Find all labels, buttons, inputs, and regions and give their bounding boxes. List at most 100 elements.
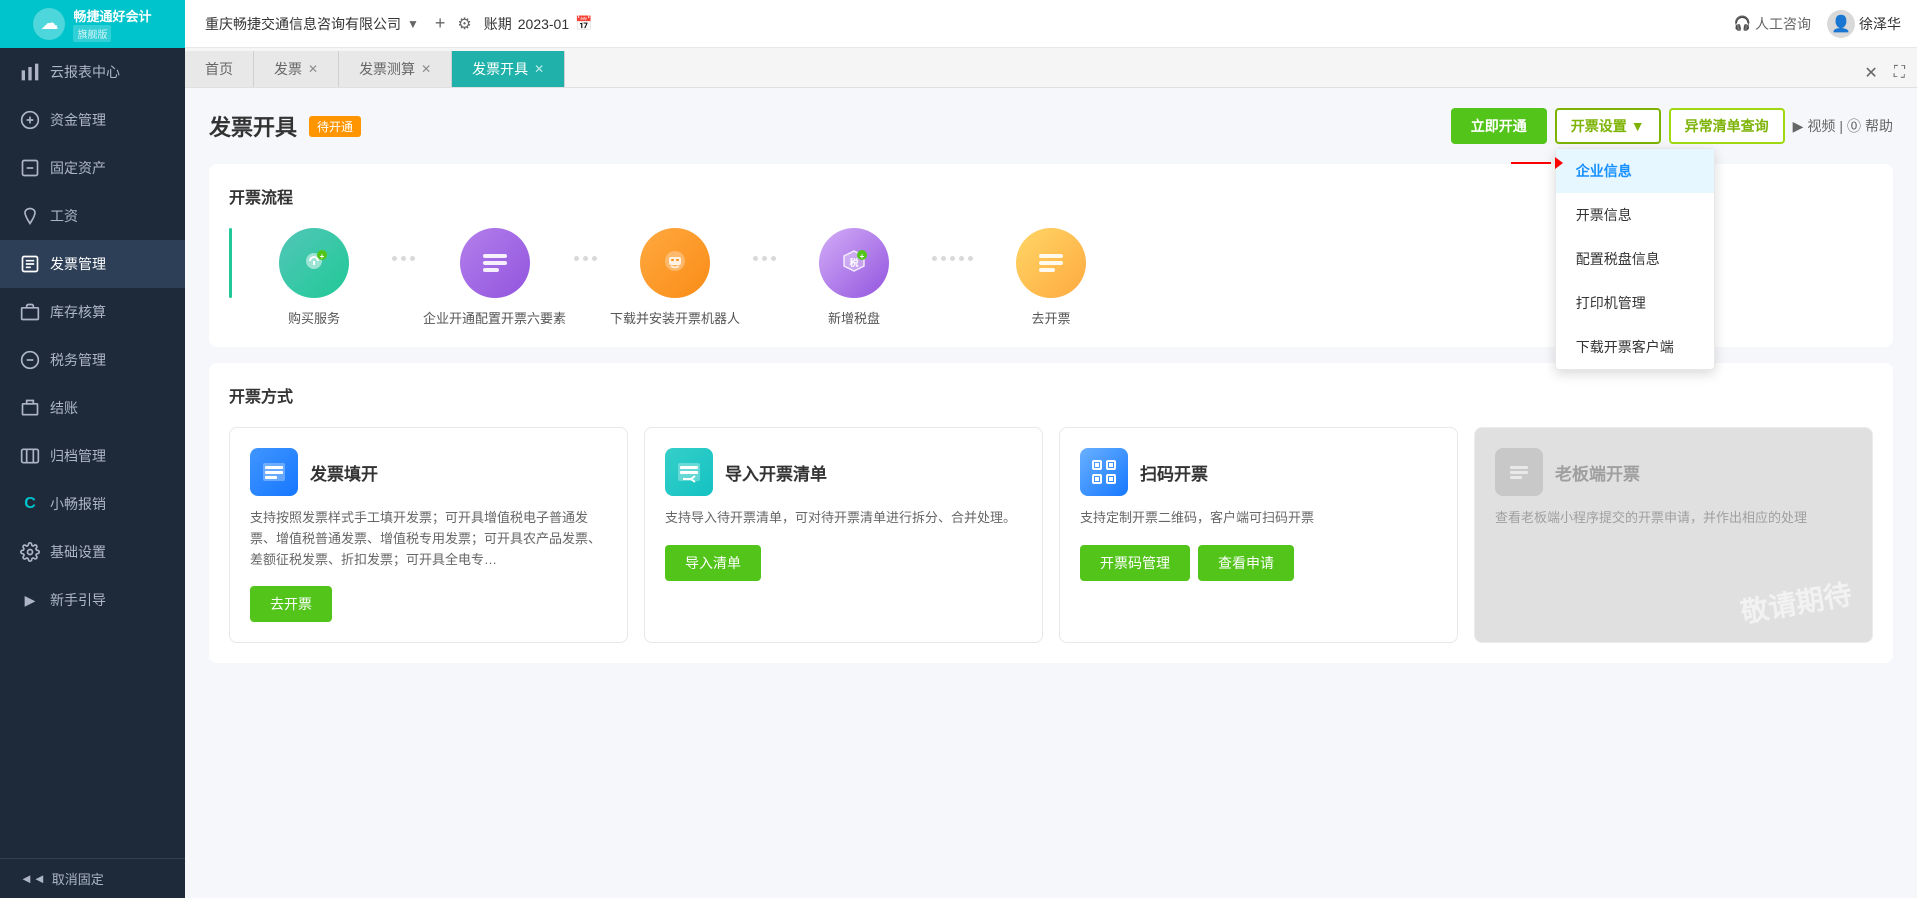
tab-invoice-calc[interactable]: 发票测算 ✕ xyxy=(339,51,452,87)
tab-home[interactable]: 首页 xyxy=(185,51,254,87)
buy-service-label: 购买服务 xyxy=(288,308,340,327)
import-invoice-title: 导入开票清单 xyxy=(725,460,827,485)
fill-invoice-desc: 支持按照发票样式手工填开发票；可开具增值税电子普通发票、增值税普通发票、增值税专… xyxy=(250,508,607,570)
dropdown-item-company-info[interactable]: 企业信息 xyxy=(1556,149,1714,193)
tab-invoice-issue-label: 发票开具 xyxy=(472,59,528,79)
config-icon xyxy=(460,228,530,298)
logo-icon: ☁ xyxy=(33,8,65,40)
sidebar-label-guide: 新手引导 xyxy=(50,590,106,610)
dropdown-item-tax-disk[interactable]: 配置税盘信息 xyxy=(1556,237,1714,281)
app-badge: 旗舰版 xyxy=(73,25,111,42)
sidebar-item-settlement[interactable]: 结账 xyxy=(0,384,185,432)
tab-invoice-issue[interactable]: 发票开具 ✕ xyxy=(452,51,565,87)
inventory-icon xyxy=(20,302,40,322)
customer-service-button[interactable]: 🎧 人工咨询 xyxy=(1734,14,1811,34)
chart-icon xyxy=(20,62,40,82)
sidebar-item-archive[interactable]: 归档管理 xyxy=(0,432,185,480)
scan-invoice-view-button[interactable]: 查看申请 xyxy=(1198,545,1294,581)
user-profile[interactable]: 👤 徐泽华 xyxy=(1827,10,1901,38)
sidebar-item-inventory[interactable]: 库存核算 xyxy=(0,288,185,336)
activate-button[interactable]: 立即开通 xyxy=(1451,108,1547,144)
settings-icon[interactable]: ⚙ xyxy=(457,14,471,34)
download-label: 下载并安装开票机器人 xyxy=(610,308,740,327)
dropdown-item-printer[interactable]: 打印机管理 xyxy=(1556,281,1714,325)
add-tax-label: 新增税盘 xyxy=(828,308,880,327)
unpin-label: 取消固定 xyxy=(52,869,104,888)
config-label: 企业开通配置开票六要素 xyxy=(423,308,566,327)
scan-invoice-title: 扫码开票 xyxy=(1140,460,1208,485)
method-card-fill: 发票填开 支持按照发票样式手工填开发票；可开具增值税电子普通发票、增值税普通发票… xyxy=(229,427,628,643)
flow-step-go-invoice: 去开票 xyxy=(981,228,1121,327)
methods-grid: 发票填开 支持按照发票样式手工填开发票；可开具增值税电子普通发票、增值税普通发票… xyxy=(229,427,1873,643)
headset-icon: 🎧 xyxy=(1734,15,1751,32)
import-invoice-button[interactable]: 导入清单 xyxy=(665,545,761,581)
company-selector[interactable]: 重庆畅捷交通信息咨询有限公司 ▼ xyxy=(205,14,419,34)
calendar-icon: 📅 xyxy=(575,15,592,32)
tax-icon xyxy=(20,350,40,370)
buy-service-icon: + xyxy=(279,228,349,298)
settings-button[interactable]: 开票设置 ▼ xyxy=(1555,108,1661,144)
dropdown-item-download-client[interactable]: 下载开票客户端 xyxy=(1556,325,1714,369)
flow-step-download: 下载并安装开票机器人 xyxy=(605,228,745,327)
play-icon: ▶ xyxy=(1793,118,1804,135)
username: 徐泽华 xyxy=(1859,14,1901,34)
flow-dots-3 xyxy=(753,256,776,261)
flow-step-buy-service: + 购买服务 xyxy=(244,228,384,327)
add-tax-icon: 税 + xyxy=(819,228,889,298)
pending-overlay: 敬请期待 xyxy=(1737,573,1854,632)
flow-dots-4 xyxy=(932,256,973,261)
app-name: 畅捷通好会计 xyxy=(73,6,151,25)
tab-invoice-calc-close[interactable]: ✕ xyxy=(421,62,431,76)
sidebar-label-tax: 税务管理 xyxy=(50,350,106,370)
svg-text:+: + xyxy=(860,252,865,261)
sidebar-item-reports[interactable]: 云报表中心 xyxy=(0,48,185,96)
tabs-bar: 首页 发票 ✕ 发票测算 ✕ 发票开具 ✕ ✕ ⛶ xyxy=(185,48,1917,88)
service-label: 人工咨询 xyxy=(1755,14,1811,34)
fill-invoice-button[interactable]: 去开票 xyxy=(250,586,332,622)
fill-invoice-title: 发票填开 xyxy=(310,460,378,485)
sidebar-item-tax[interactable]: 税务管理 xyxy=(0,336,185,384)
flow-dots-1 xyxy=(392,256,415,261)
guide-icon: ▶ xyxy=(20,590,40,610)
method-card-import: 导入开票清单 支持导入待开票清单，可对待开票清单进行拆分、合并处理。 导入清单 xyxy=(644,427,1043,643)
download-icon xyxy=(640,228,710,298)
boss-invoice-title: 老板端开票 xyxy=(1555,460,1640,485)
flow-step-config: 企业开通配置开票六要素 xyxy=(423,228,566,327)
arrow-indicator xyxy=(1511,157,1563,169)
sidebar-item-guide[interactable]: ▶ 新手引导 xyxy=(0,576,185,624)
sidebar-label-reports: 云报表中心 xyxy=(50,62,120,82)
period-selector[interactable]: 账期 2023-01 📅 xyxy=(484,14,593,34)
report-sales-icon: C xyxy=(20,494,40,514)
tab-close-all-button[interactable]: ✕ xyxy=(1860,59,1881,87)
status-badge: 待开通 xyxy=(309,116,361,137)
flow-divider xyxy=(229,228,232,298)
sidebar-item-payroll[interactable]: 工资 xyxy=(0,192,185,240)
sidebar-label-archive: 归档管理 xyxy=(50,446,106,466)
sidebar-label-settlement: 结账 xyxy=(50,398,78,418)
unpin-button[interactable]: ◄◄ 取消固定 xyxy=(0,858,185,898)
dropdown-item-invoice-info[interactable]: 开票信息 xyxy=(1556,193,1714,237)
sidebar-item-report-sales[interactable]: C 小畅报销 xyxy=(0,480,185,528)
sidebar-label-invoice: 发票管理 xyxy=(50,254,106,274)
video-button[interactable]: ▶ 视频 | ⓪ 帮助 xyxy=(1793,116,1893,136)
period-label: 账期 xyxy=(484,14,512,34)
sidebar-item-invoice[interactable]: 发票管理 xyxy=(0,240,185,288)
exception-list-button[interactable]: 异常清单查询 xyxy=(1669,108,1785,144)
scan-invoice-code-button[interactable]: 开票码管理 xyxy=(1080,545,1190,581)
methods-section-title: 开票方式 xyxy=(229,383,1873,407)
sidebar-item-settings[interactable]: 基础设置 xyxy=(0,528,185,576)
tab-invoice[interactable]: 发票 ✕ xyxy=(254,51,339,87)
tab-maximize-button[interactable]: ⛶ xyxy=(1890,60,1909,86)
sidebar-label-payroll: 工资 xyxy=(50,206,78,226)
help-label: 帮助 xyxy=(1865,116,1893,136)
help-circle-icon: ⓪ xyxy=(1847,116,1861,136)
sidebar-item-assets[interactable]: 固定资产 xyxy=(0,144,185,192)
add-company-button[interactable]: + xyxy=(435,13,446,34)
period-value: 2023-01 xyxy=(518,16,569,32)
tab-invoice-issue-close[interactable]: ✕ xyxy=(534,62,544,76)
tab-invoice-close[interactable]: ✕ xyxy=(308,62,318,76)
svg-text:税: 税 xyxy=(850,257,859,268)
sidebar-item-funds[interactable]: 资金管理 xyxy=(0,96,185,144)
page-content: 发票开具 待开通 立即开通 开票设置 ▼ xyxy=(185,88,1917,898)
methods-section: 开票方式 xyxy=(209,363,1893,663)
